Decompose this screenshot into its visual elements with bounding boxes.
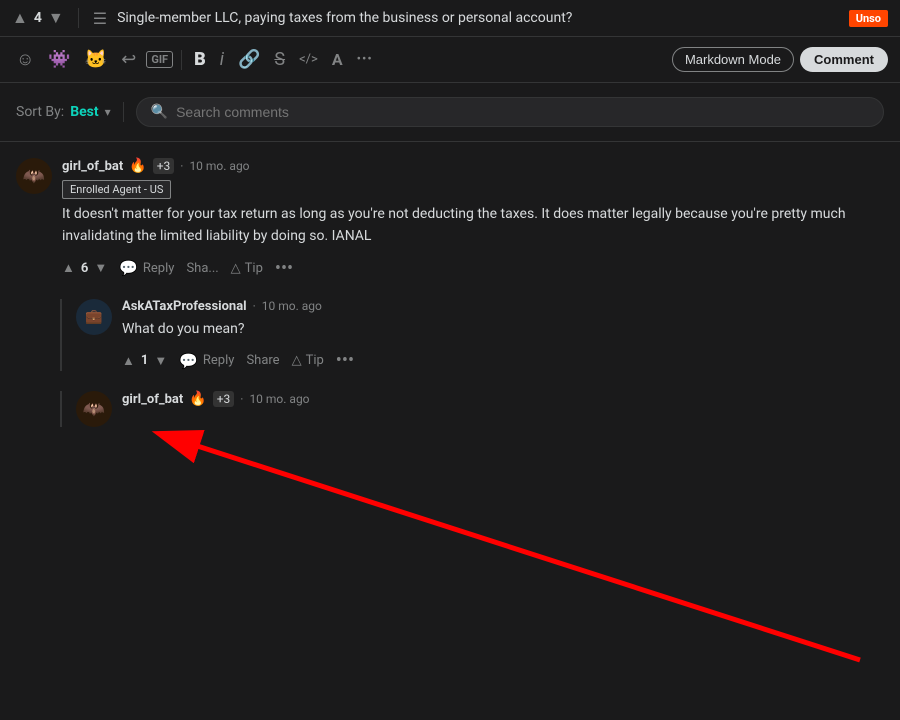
vote-area: ▲ 4 ▼ xyxy=(12,8,64,28)
comment-vote-count: 6 xyxy=(81,261,88,276)
sort-value: Best xyxy=(70,104,98,120)
markdown-mode-button[interactable]: Markdown Mode xyxy=(672,47,794,72)
vote-count: 4 xyxy=(34,10,42,26)
nested-reply-button[interactable]: 💬 Reply xyxy=(179,352,234,370)
sort-chevron-icon: ▾ xyxy=(105,105,111,119)
vote-control: ▲ 6 ▼ xyxy=(62,260,107,276)
third-avatar: 🦇 xyxy=(76,391,112,427)
nested-comment-item: 💼 AskATaxProfessional · 10 mo. ago What … xyxy=(76,299,884,371)
nested-username[interactable]: AskATaxProfessional xyxy=(122,299,247,314)
tip-icon: △ xyxy=(231,261,241,276)
gif-button[interactable]: GIF xyxy=(146,51,173,68)
alien-icon[interactable]: 👾 xyxy=(44,45,74,74)
italic-button[interactable]: i xyxy=(216,45,228,74)
tip-label: Tip xyxy=(245,261,263,276)
comment-submit-button[interactable]: Comment xyxy=(800,47,888,72)
comments-section: 🦇 girl_of_bat 🔥 +3 · 10 mo. ago Enrolled… xyxy=(0,142,900,463)
nested-avatar-image: 💼 xyxy=(76,299,112,335)
unsolved-badge: Unso xyxy=(849,10,888,27)
tip-button[interactable]: △ Tip xyxy=(231,261,263,276)
karma-badge: +3 xyxy=(153,158,175,174)
sort-label: Sort By: xyxy=(16,104,64,120)
undo-icon[interactable]: ↩ xyxy=(117,45,140,74)
strikethrough-icon[interactable]: S xyxy=(270,45,289,74)
nested-downvote-icon[interactable]: ▼ xyxy=(154,353,167,369)
comment-body: girl_of_bat 🔥 +3 · 10 mo. ago Enrolled A… xyxy=(62,158,884,279)
nested-more-options-button[interactable]: ••• xyxy=(336,350,354,371)
comment-text: It doesn't matter for your tax return as… xyxy=(62,203,884,248)
third-comment-item: 🦇 girl_of_bat 🔥 +3 · 10 mo. ago xyxy=(76,391,884,427)
more-formatting-icon[interactable]: ••• xyxy=(353,48,377,71)
third-comment-container: 🦇 girl_of_bat 🔥 +3 · 10 mo. ago xyxy=(60,391,884,427)
upvote-icon[interactable]: ▲ xyxy=(12,8,28,28)
link-icon[interactable]: 🔗 xyxy=(234,45,264,74)
comment-timestamp: · xyxy=(180,159,183,173)
comment-time: 10 mo. ago xyxy=(189,159,249,173)
more-options-button[interactable]: ••• xyxy=(275,258,293,279)
third-karma: +3 xyxy=(213,391,235,407)
search-icon: 🔍 xyxy=(151,104,168,120)
nested-comment-body: AskATaxProfessional · 10 mo. ago What do… xyxy=(122,299,884,371)
nested-comment-text: What do you mean? xyxy=(122,318,884,340)
role-badge: Enrolled Agent - US xyxy=(62,180,171,199)
reply-icon: 💬 xyxy=(119,259,138,277)
post-type-icon: ☰ xyxy=(93,9,107,28)
nested-reply-label: Reply xyxy=(203,353,235,368)
reddit-icon[interactable]: 🐱 xyxy=(81,45,111,74)
nested-separator: · xyxy=(253,299,256,313)
nested-vote-control: ▲ 1 ▼ xyxy=(122,353,167,369)
comment-upvote-icon[interactable]: ▲ xyxy=(62,260,75,276)
nested-comment-meta: AskATaxProfessional · 10 mo. ago xyxy=(122,299,884,314)
nested-tip-button[interactable]: △ Tip xyxy=(292,353,324,368)
nested-share-button[interactable]: Share xyxy=(246,353,279,368)
sort-search-divider xyxy=(123,102,124,122)
top-bar: ▲ 4 ▼ ☰ Single-member LLC, paying taxes … xyxy=(0,0,900,37)
nested-avatar: 💼 xyxy=(76,299,112,335)
superscript-icon[interactable]: A xyxy=(328,46,347,73)
sort-search-bar: Sort By: Best ▾ 🔍 xyxy=(0,83,900,142)
nested-upvote-icon[interactable]: ▲ xyxy=(122,353,135,369)
downvote-icon[interactable]: ▼ xyxy=(48,8,64,28)
search-input[interactable] xyxy=(176,104,869,120)
comment-actions: ▲ 6 ▼ 💬 Reply Sha... △ Tip ••• xyxy=(62,258,884,279)
nested-timestamp: 10 mo. ago xyxy=(262,299,322,313)
third-timestamp: 10 mo. ago xyxy=(249,392,309,406)
comment-downvote-icon[interactable]: ▼ xyxy=(94,260,107,276)
nested-tip-label: Tip xyxy=(306,353,324,368)
nested-comment-actions: ▲ 1 ▼ 💬 Reply Share △ Tip •• xyxy=(122,350,884,371)
comment-item: 🦇 girl_of_bat 🔥 +3 · 10 mo. ago Enrolled… xyxy=(16,158,884,279)
nested-share-label: Share xyxy=(246,353,279,368)
third-comment-body: girl_of_bat 🔥 +3 · 10 mo. ago xyxy=(122,391,884,427)
share-label: Sha... xyxy=(186,261,218,276)
bold-button[interactable]: B xyxy=(190,45,210,74)
third-separator: · xyxy=(240,392,243,406)
emoji-icon[interactable]: ☺ xyxy=(12,45,38,74)
divider xyxy=(78,8,79,28)
nested-reply-icon: 💬 xyxy=(179,352,198,370)
avatar: 🦇 xyxy=(16,158,52,194)
nested-tip-icon: △ xyxy=(292,353,302,368)
toolbar-separator xyxy=(181,50,182,70)
comment-toolbar: ☺ 👾 🐱 ↩ GIF B i 🔗 S </> A ••• Markdown M… xyxy=(0,37,900,83)
flair-icon: 🔥 xyxy=(129,158,146,174)
comment-meta: girl_of_bat 🔥 +3 · 10 mo. ago xyxy=(62,158,884,174)
reply-label: Reply xyxy=(143,261,175,276)
nested-comment-container: 💼 AskATaxProfessional · 10 mo. ago What … xyxy=(60,299,884,371)
comment-username[interactable]: girl_of_bat xyxy=(62,159,123,174)
post-title[interactable]: Single-member LLC, paying taxes from the… xyxy=(117,10,839,26)
third-comment-meta: girl_of_bat 🔥 +3 · 10 mo. ago xyxy=(122,391,884,407)
avatar-image: 🦇 xyxy=(16,158,52,194)
third-username[interactable]: girl_of_bat xyxy=(122,392,183,407)
search-box[interactable]: 🔍 xyxy=(136,97,884,127)
reply-button[interactable]: 💬 Reply xyxy=(119,259,174,277)
third-flair-icon: 🔥 xyxy=(189,391,206,407)
code-icon[interactable]: </> xyxy=(295,48,322,71)
share-button[interactable]: Sha... xyxy=(186,261,218,276)
sort-by-control[interactable]: Sort By: Best ▾ xyxy=(16,104,111,120)
third-avatar-image: 🦇 xyxy=(76,391,112,427)
nested-vote-count: 1 xyxy=(141,353,148,368)
